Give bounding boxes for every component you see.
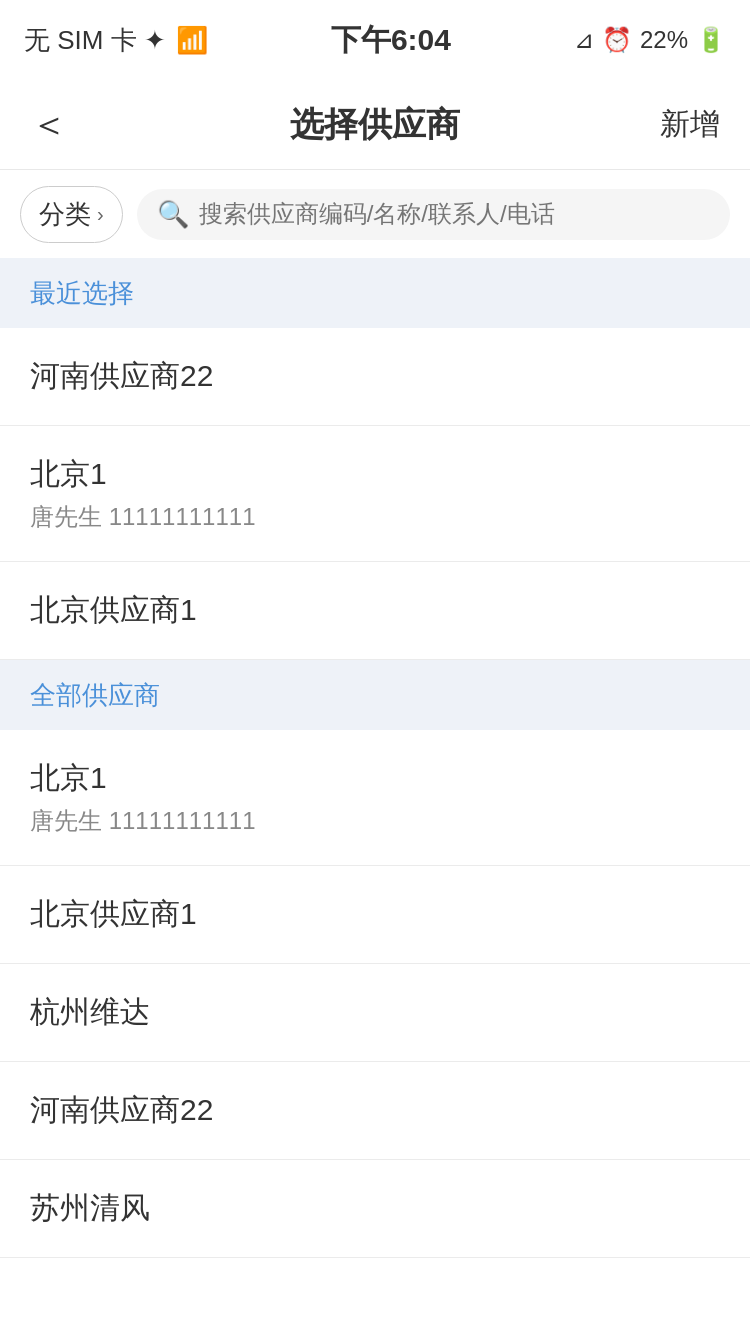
list-item[interactable]: 北京1 唐先生 11111111111 [0,426,750,562]
category-label: 分类 [39,197,91,232]
item-name: 河南供应商22 [30,1090,720,1131]
add-button[interactable]: 新增 [660,104,720,145]
all-list: 北京1 唐先生 11111111111 北京供应商1 杭州维达 河南供应商22 … [0,730,750,1258]
sim-status: 无 SIM 卡 ✦ [24,23,166,58]
chevron-right-icon: › [97,203,104,226]
list-item[interactable]: 北京1 唐先生 11111111111 [0,730,750,866]
wifi-icon: 📶 [176,25,208,56]
location-icon: ⊿ [574,26,594,54]
item-name: 河南供应商22 [30,356,720,397]
status-time: 下午6:04 [331,20,451,61]
battery-icon: 🔋 [696,26,726,54]
recent-section-label: 最近选择 [30,276,134,311]
list-item[interactable]: 北京供应商1 [0,866,750,964]
alarm-icon: ⏰ [602,26,632,54]
list-item[interactable]: 北京供应商1 [0,562,750,660]
search-box[interactable]: 🔍 [137,189,730,240]
back-button[interactable]: ＜ [30,99,90,150]
category-button[interactable]: 分类 › [20,186,123,243]
list-item[interactable]: 河南供应商22 [0,328,750,426]
page-title: 选择供应商 [290,102,460,148]
status-bar: 无 SIM 卡 ✦ 📶 下午6:04 ⊿ ⏰ 22% 🔋 [0,0,750,80]
list-item[interactable]: 河南供应商22 [0,1062,750,1160]
recent-list: 河南供应商22 北京1 唐先生 11111111111 北京供应商1 [0,328,750,660]
item-name: 北京供应商1 [30,894,720,935]
all-section-header: 全部供应商 [0,660,750,730]
item-detail: 唐先生 11111111111 [30,501,720,533]
recent-section-header: 最近选择 [0,258,750,328]
all-section-label: 全部供应商 [30,678,160,713]
item-detail: 唐先生 11111111111 [30,805,720,837]
filter-bar: 分类 › 🔍 [0,170,750,258]
item-name: 北京供应商1 [30,590,720,631]
item-name: 北京1 [30,454,720,495]
list-item[interactable]: 杭州维达 [0,964,750,1062]
status-right: ⊿ ⏰ 22% 🔋 [574,26,726,54]
item-name: 北京1 [30,758,720,799]
search-input[interactable] [199,200,710,228]
item-name: 苏州清风 [30,1188,720,1229]
nav-bar: ＜ 选择供应商 新增 [0,80,750,170]
list-item[interactable]: 苏州清风 [0,1160,750,1258]
search-icon: 🔍 [157,199,189,230]
status-left: 无 SIM 卡 ✦ 📶 [24,23,208,58]
battery-level: 22% [640,26,688,54]
item-name: 杭州维达 [30,992,720,1033]
